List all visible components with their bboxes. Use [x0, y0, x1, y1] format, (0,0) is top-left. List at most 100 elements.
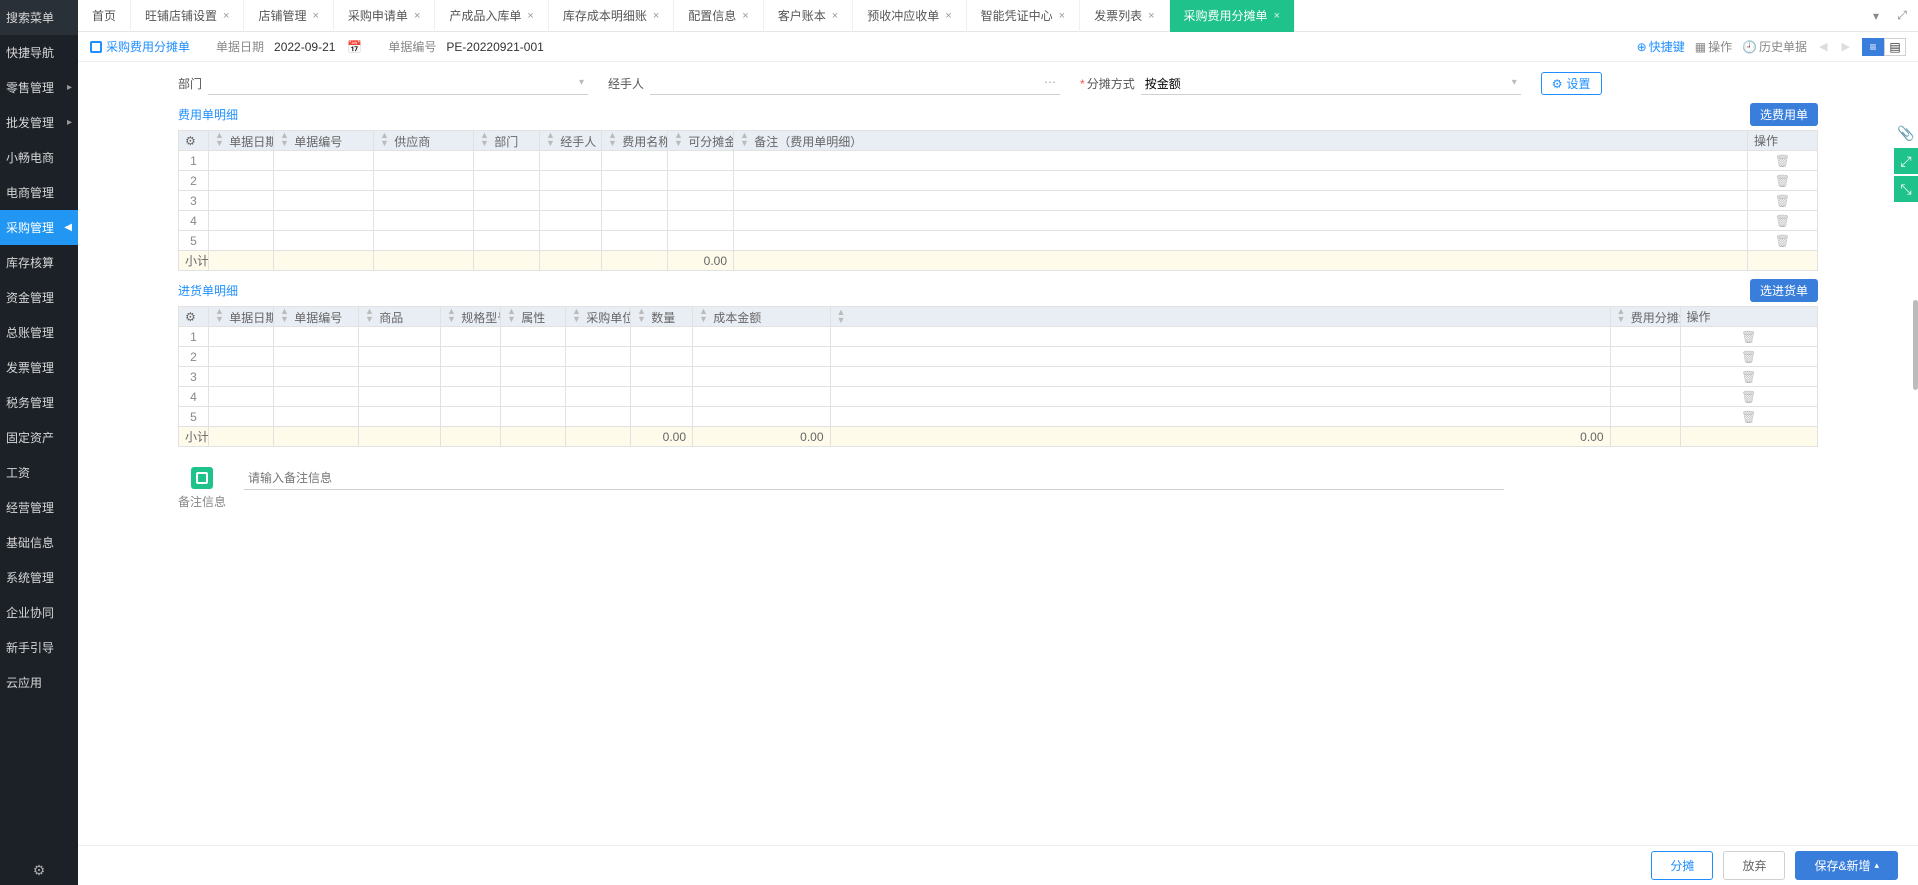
tab-0[interactable]: 首页 — [78, 0, 131, 32]
delete-icon[interactable]: 🗑 — [1741, 370, 1756, 384]
delete-icon[interactable]: 🗑 — [1775, 154, 1790, 168]
tab-2[interactable]: 店铺管理× — [244, 0, 333, 32]
sidebar-item-6[interactable]: 采购管理◀ — [0, 210, 78, 245]
tab-6[interactable]: 配置信息× — [674, 0, 763, 32]
tab-7[interactable]: 客户账本× — [764, 0, 853, 32]
close-icon[interactable]: × — [527, 10, 533, 22]
delete-icon[interactable]: 🗑 — [1741, 330, 1756, 344]
column-header[interactable]: ▲▼ 可分摊金额 — [668, 131, 734, 151]
select-expense-button[interactable]: 选费用单 — [1750, 103, 1818, 126]
settings-button[interactable]: ⚙ 设置 — [1541, 72, 1602, 95]
delete-icon[interactable]: 🗑 — [1741, 410, 1756, 424]
table-row[interactable]: 4🗑 — [179, 387, 1818, 407]
delete-icon[interactable]: 🗑 — [1775, 214, 1790, 228]
close-icon[interactable]: × — [832, 10, 838, 22]
history-link[interactable]: 🕘 历史单据 — [1742, 38, 1807, 55]
sidebar-item-15[interactable]: 基础信息 — [0, 525, 78, 560]
column-header[interactable]: ▲▼ 商品 — [359, 307, 441, 327]
column-header[interactable]: ▲▼ 经手人 — [540, 131, 602, 151]
sidebar-item-8[interactable]: 资金管理 — [0, 280, 78, 315]
sidebar-item-4[interactable]: 小畅电商 — [0, 140, 78, 175]
column-header[interactable]: ▲▼ 费用分摊金额 — [1610, 307, 1680, 327]
sidebar-item-0[interactable]: 搜索菜单 — [0, 0, 78, 35]
close-icon[interactable]: × — [1274, 10, 1280, 22]
table-row[interactable]: 3🗑 — [179, 367, 1818, 387]
close-icon[interactable]: × — [1059, 10, 1065, 22]
sidebar-item-13[interactable]: 工资 — [0, 455, 78, 490]
handler-input[interactable] — [650, 73, 1060, 95]
calendar-icon[interactable]: 📅 — [347, 40, 362, 54]
table-row[interactable]: 3🗑 — [179, 191, 1818, 211]
tab-5[interactable]: 库存成本明细账× — [549, 0, 674, 32]
discard-button[interactable]: 放弃 — [1723, 851, 1785, 880]
settings-icon[interactable]: ⚙ — [0, 856, 78, 885]
tab-11[interactable]: 采购费用分摊单× — [1170, 0, 1295, 32]
table-row[interactable]: 5🗑 — [179, 407, 1818, 427]
column-header[interactable]: ▲▼ 部门 — [474, 131, 540, 151]
column-header[interactable]: ▲▼ 单据日期 — [209, 307, 274, 327]
column-header[interactable]: ▲▼ 规格型号 — [441, 307, 501, 327]
column-header[interactable]: ▲▼ 单据编号 — [274, 307, 359, 327]
sidebar-item-14[interactable]: 经营管理 — [0, 490, 78, 525]
sidebar-item-5[interactable]: 电商管理 — [0, 175, 78, 210]
sidebar-item-10[interactable]: 发票管理 — [0, 350, 78, 385]
more-icon[interactable]: ⋯ — [1044, 75, 1056, 89]
close-icon[interactable]: × — [1148, 10, 1154, 22]
sidebar-item-12[interactable]: 固定资产 — [0, 420, 78, 455]
fullscreen-icon[interactable]: ⤢ — [1892, 6, 1912, 26]
scrollbar[interactable] — [1913, 300, 1918, 390]
close-icon[interactable]: × — [742, 10, 748, 22]
alloc-button[interactable]: 分摊 — [1651, 851, 1713, 880]
close-icon[interactable]: × — [223, 10, 229, 22]
close-icon[interactable]: × — [653, 10, 659, 22]
column-header[interactable]: ▲▼ 采购单位 — [566, 307, 631, 327]
tab-9[interactable]: 智能凭证中心× — [967, 0, 1080, 32]
dept-select[interactable] — [208, 73, 588, 95]
column-header[interactable]: ▲▼ 供应商 — [374, 131, 474, 151]
gear-icon[interactable]: ⚙ — [179, 131, 209, 151]
column-header[interactable]: ▲▼ — [830, 307, 1610, 327]
expand-icon[interactable]: ⤢ — [1894, 148, 1918, 174]
tab-4[interactable]: 产成品入库单× — [435, 0, 548, 32]
quick-create-link[interactable]: ⊕ 快捷键 — [1637, 38, 1685, 55]
sidebar-item-17[interactable]: 企业协同 — [0, 595, 78, 630]
close-icon[interactable]: × — [312, 10, 318, 22]
method-select[interactable] — [1141, 73, 1521, 95]
compress-icon[interactable]: ⤡ — [1894, 176, 1918, 202]
gear-icon[interactable]: ⚙ — [179, 307, 209, 327]
remark-input[interactable] — [244, 467, 1504, 490]
sidebar-item-1[interactable]: 快捷导航 — [0, 35, 78, 70]
sidebar-item-19[interactable]: 云应用 — [0, 665, 78, 700]
column-header[interactable]: ▲▼ 备注（费用单明细） — [734, 131, 1748, 151]
delete-icon[interactable]: 🗑 — [1775, 174, 1790, 188]
close-icon[interactable]: × — [414, 10, 420, 22]
view-list-button[interactable]: ≡ — [1862, 38, 1884, 56]
close-icon[interactable]: × — [945, 10, 951, 22]
tab-10[interactable]: 发票列表× — [1080, 0, 1169, 32]
table-row[interactable]: 2🗑 — [179, 347, 1818, 367]
delete-icon[interactable]: 🗑 — [1741, 390, 1756, 404]
table-row[interactable]: 1🗑 — [179, 151, 1818, 171]
tab-3[interactable]: 采购申请单× — [334, 0, 435, 32]
sidebar-item-2[interactable]: 零售管理▸ — [0, 70, 78, 105]
tab-8[interactable]: 预收冲应收单× — [853, 0, 966, 32]
delete-icon[interactable]: 🗑 — [1775, 194, 1790, 208]
sidebar-item-3[interactable]: 批发管理▸ — [0, 105, 78, 140]
sidebar-item-11[interactable]: 税务管理 — [0, 385, 78, 420]
table-row[interactable]: 1🗑 — [179, 327, 1818, 347]
date-value[interactable]: 2022-09-21 — [274, 40, 335, 54]
column-header[interactable]: ▲▼ 成本金额 — [693, 307, 831, 327]
operate-link[interactable]: ▦ 操作 — [1695, 38, 1732, 55]
save-new-button[interactable]: 保存&新增 ▴ — [1795, 851, 1898, 880]
column-header[interactable]: ▲▼ 单据编号 — [274, 131, 374, 151]
delete-icon[interactable]: 🗑 — [1741, 350, 1756, 364]
attachment-icon[interactable]: 📎 — [1894, 120, 1918, 146]
table-row[interactable]: 4🗑 — [179, 211, 1818, 231]
view-card-button[interactable]: ▤ — [1884, 38, 1906, 56]
column-header[interactable]: ▲▼ 属性 — [501, 307, 566, 327]
table-row[interactable]: 5🗑 — [179, 231, 1818, 251]
sidebar-item-9[interactable]: 总账管理 — [0, 315, 78, 350]
table-row[interactable]: 2🗑 — [179, 171, 1818, 191]
tab-1[interactable]: 旺铺店铺设置× — [131, 0, 244, 32]
tab-overflow-icon[interactable]: ▾ — [1866, 6, 1886, 26]
